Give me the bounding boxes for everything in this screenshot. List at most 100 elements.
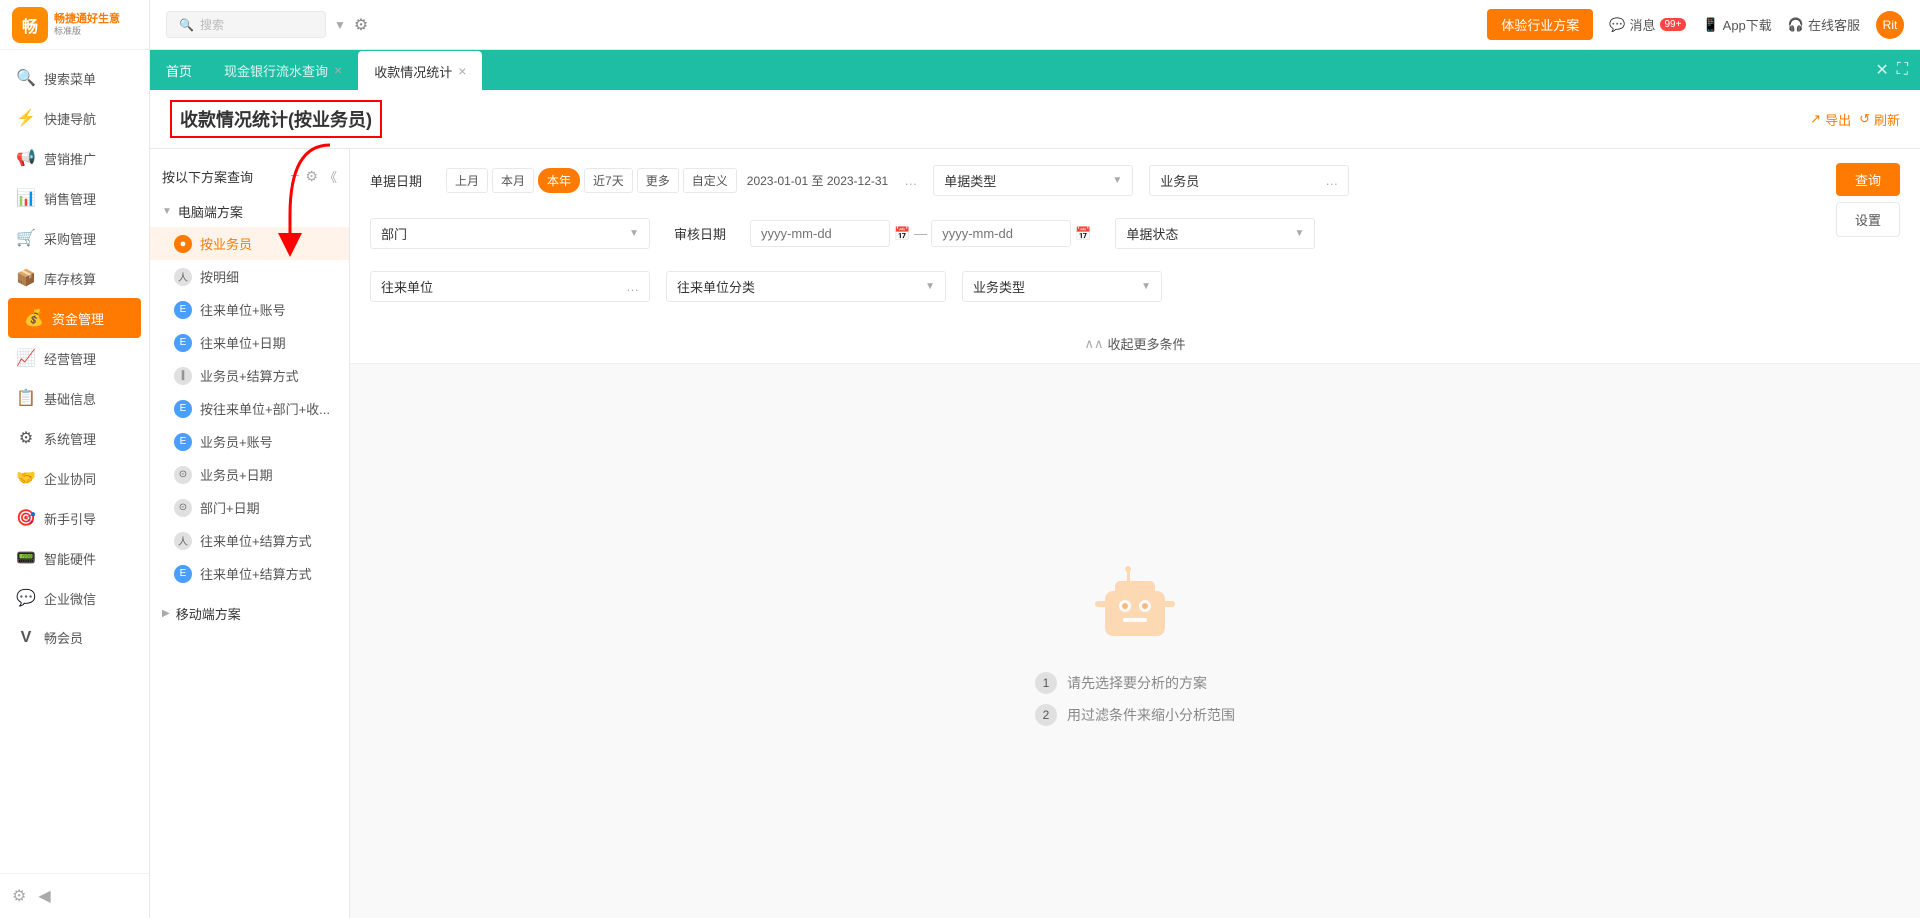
app-download-btn[interactable]: 📱 App下载 xyxy=(1702,15,1771,34)
partner-label: 往来单位 xyxy=(381,277,433,296)
tab-close-window-icon[interactable]: ✕ xyxy=(1875,60,1888,80)
page-title: 收款情况统计(按业务员) xyxy=(170,100,382,138)
filter-section: 单据日期 上月 本月 本年 xyxy=(350,149,1920,312)
doc-type-arrow: ▼ xyxy=(1112,175,1122,186)
sidebar-item-search[interactable]: 🔍 搜索菜单 xyxy=(0,58,149,98)
main-area: 🔍 搜索 ▼ ⚙ 体验行业方案 💬 消息 99+ 📱 App下载 🎧 在线客服 xyxy=(150,0,1920,918)
tree-item-unit-date[interactable]: E 往来单位+日期 xyxy=(150,326,349,359)
date-tab-this-month[interactable]: 本月 xyxy=(492,168,534,193)
review-date-end[interactable] xyxy=(931,220,1071,247)
settings-bottom-icon[interactable]: ⚙ xyxy=(12,886,26,906)
tree-item-unit-settle2[interactable]: E 往来单位+结算方式 xyxy=(150,557,349,590)
date-label: 单据日期 xyxy=(370,171,430,190)
query-btn[interactable]: 查询 xyxy=(1836,163,1900,196)
unit-settle1-icon: 人 xyxy=(174,532,192,550)
tab-bank[interactable]: 现金银行流水查询 × xyxy=(208,50,358,90)
sidebar-item-basic[interactable]: 📋 基础信息 xyxy=(0,378,149,418)
page-header: 收款情况统计(按业务员) ↗ 导出 ↺ 刷新 xyxy=(150,90,1920,149)
salesman-select[interactable]: 业务员 … xyxy=(1149,165,1349,196)
tree-item-unit-dept-receipt[interactable]: E 按往来单位+部门+收... xyxy=(150,392,349,425)
tabbar: 首页 现金银行流水查询 × 收款情况统计 × ✕ ⛶ xyxy=(150,50,1920,90)
refresh-btn[interactable]: ↺ 刷新 xyxy=(1859,110,1900,129)
salesman-scheme-icon: ● xyxy=(174,235,192,253)
inventory-icon: 📦 xyxy=(16,268,36,288)
business-type-arrow: ▼ xyxy=(1141,281,1151,292)
tree-item-unit-settle1[interactable]: 人 往来单位+结算方式 xyxy=(150,524,349,557)
collapse-panel-icon[interactable]: 《 xyxy=(324,167,337,186)
sidebar-item-operations[interactable]: 📈 经营管理 xyxy=(0,338,149,378)
tab-bank-close[interactable]: × xyxy=(334,62,342,78)
topbar-dropdown-arrow[interactable]: ▼ xyxy=(334,18,346,32)
sidebar-item-enterprise[interactable]: 🤝 企业协同 xyxy=(0,458,149,498)
member-icon: V xyxy=(16,629,36,647)
tree-mobile-arrow: ▶ xyxy=(162,608,170,619)
sidebar-item-system[interactable]: ⚙ 系统管理 xyxy=(0,418,149,458)
operations-icon: 📈 xyxy=(16,348,36,368)
panel-title: 按以下方案查询 xyxy=(162,167,253,186)
tree-item-unit-account[interactable]: E 往来单位+账号 xyxy=(150,293,349,326)
detail-scheme-icon: 人 xyxy=(174,268,192,286)
export-btn[interactable]: ↗ 导出 xyxy=(1810,110,1851,129)
messages-btn[interactable]: 💬 消息 99+ xyxy=(1609,15,1686,34)
panel-header-actions: + ⚙ 《 xyxy=(290,167,337,186)
date-tab-more[interactable]: 更多 xyxy=(637,168,679,193)
salesman-settle-icon: ∥ xyxy=(174,367,192,385)
partner-select[interactable]: 往来单位 … xyxy=(370,271,650,302)
sidebar-item-member[interactable]: V 畅会员 xyxy=(0,618,149,657)
tree-item-by-salesman[interactable]: ● 按业务员 xyxy=(150,227,349,260)
sidebar-item-quicknav[interactable]: ⚡ 快捷导航 xyxy=(0,98,149,138)
date-tab-last-month[interactable]: 上月 xyxy=(446,168,488,193)
dept-select[interactable]: 部门 ▼ xyxy=(370,218,650,249)
calendar-end-icon[interactable]: 📅 xyxy=(1075,226,1091,242)
date-tab-7days[interactable]: 近7天 xyxy=(584,168,633,193)
empty-state: 1 请先选择要分析的方案 2 用过滤条件来缩小分析范围 xyxy=(350,364,1920,918)
sidebar-item-inventory[interactable]: 📦 库存核算 xyxy=(0,258,149,298)
panel-header: 按以下方案查询 + ⚙ 《 xyxy=(150,161,349,192)
settings-scheme-icon[interactable]: ⚙ xyxy=(305,168,318,185)
tree-item-dept-date[interactable]: ⊙ 部门+日期 xyxy=(150,491,349,524)
topbar: 🔍 搜索 ▼ ⚙ 体验行业方案 💬 消息 99+ 📱 App下载 🎧 在线客服 xyxy=(150,0,1920,50)
partner-category-select[interactable]: 往来单位分类 ▼ xyxy=(666,271,946,302)
tab-receipts-close[interactable]: × xyxy=(458,63,466,79)
tree-item-by-detail[interactable]: 人 按明细 xyxy=(150,260,349,293)
tree-item-salesman-account[interactable]: E 业务员+账号 xyxy=(150,425,349,458)
calendar-start-icon[interactable]: 📅 xyxy=(894,226,910,242)
doc-type-select[interactable]: 单据类型 ▼ xyxy=(933,165,1133,196)
trial-btn[interactable]: 体验行业方案 xyxy=(1487,9,1593,40)
date-tab-custom[interactable]: 自定义 xyxy=(683,168,737,193)
topbar-search-box[interactable]: 🔍 搜索 xyxy=(166,11,326,38)
online-service-btn[interactable]: 🎧 在线客服 xyxy=(1788,15,1860,34)
tab-maximize-icon[interactable]: ⛶ xyxy=(1897,61,1908,79)
tree-section-desktop-header[interactable]: ▼ 电脑端方案 xyxy=(150,196,349,227)
doc-type-more-btn[interactable]: … xyxy=(904,173,917,188)
sidebar-item-wechat[interactable]: 💬 企业微信 xyxy=(0,578,149,618)
collapse-btn[interactable]: ∧∧ 收起更多条件 xyxy=(1084,334,1185,353)
sidebar-item-purchase[interactable]: 🛒 采购管理 xyxy=(0,218,149,258)
user-avatar[interactable]: Rit xyxy=(1876,11,1904,39)
review-date-start[interactable] xyxy=(750,220,890,247)
collapse-sidebar-icon[interactable]: ◀ xyxy=(38,886,50,906)
salesman-more-btn[interactable]: … xyxy=(1325,173,1338,188)
settings-btn[interactable]: 设置 xyxy=(1836,202,1900,237)
tree-section-mobile: ▶ 移动端方案 xyxy=(150,598,349,629)
tree-section-mobile-header[interactable]: ▶ 移动端方案 xyxy=(150,598,349,629)
sidebar-item-guide[interactable]: 🎯 新手引导 xyxy=(0,498,149,538)
tab-receipts[interactable]: 收款情况统计 × xyxy=(358,51,482,91)
filter-row-3: 往来单位 … 往来单位分类 ▼ 业务类型 xyxy=(370,271,1900,312)
add-scheme-icon[interactable]: + xyxy=(290,168,299,186)
date-separator: — xyxy=(914,226,927,241)
sidebar-item-finance[interactable]: 💰 资金管理 xyxy=(8,298,141,338)
partner-more-btn[interactable]: … xyxy=(626,279,639,294)
tab-home[interactable]: 首页 xyxy=(150,50,208,90)
sidebar-item-sales[interactable]: 📊 销售管理 xyxy=(0,178,149,218)
business-type-select[interactable]: 业务类型 ▼ xyxy=(962,271,1162,302)
sidebar-item-marketing[interactable]: 📢 营销推广 xyxy=(0,138,149,178)
doc-status-select[interactable]: 单据状态 ▼ xyxy=(1115,218,1315,249)
tree-item-salesman-date[interactable]: ⊙ 业务员+日期 xyxy=(150,458,349,491)
dept-arrow: ▼ xyxy=(629,228,639,239)
tree-item-salesman-settle[interactable]: ∥ 业务员+结算方式 xyxy=(150,359,349,392)
sidebar-item-hardware[interactable]: 📟 智能硬件 xyxy=(0,538,149,578)
topbar-gear-icon[interactable]: ⚙ xyxy=(354,15,368,35)
date-tab-this-year[interactable]: 本年 xyxy=(538,168,580,193)
salesman-account-icon: E xyxy=(174,433,192,451)
